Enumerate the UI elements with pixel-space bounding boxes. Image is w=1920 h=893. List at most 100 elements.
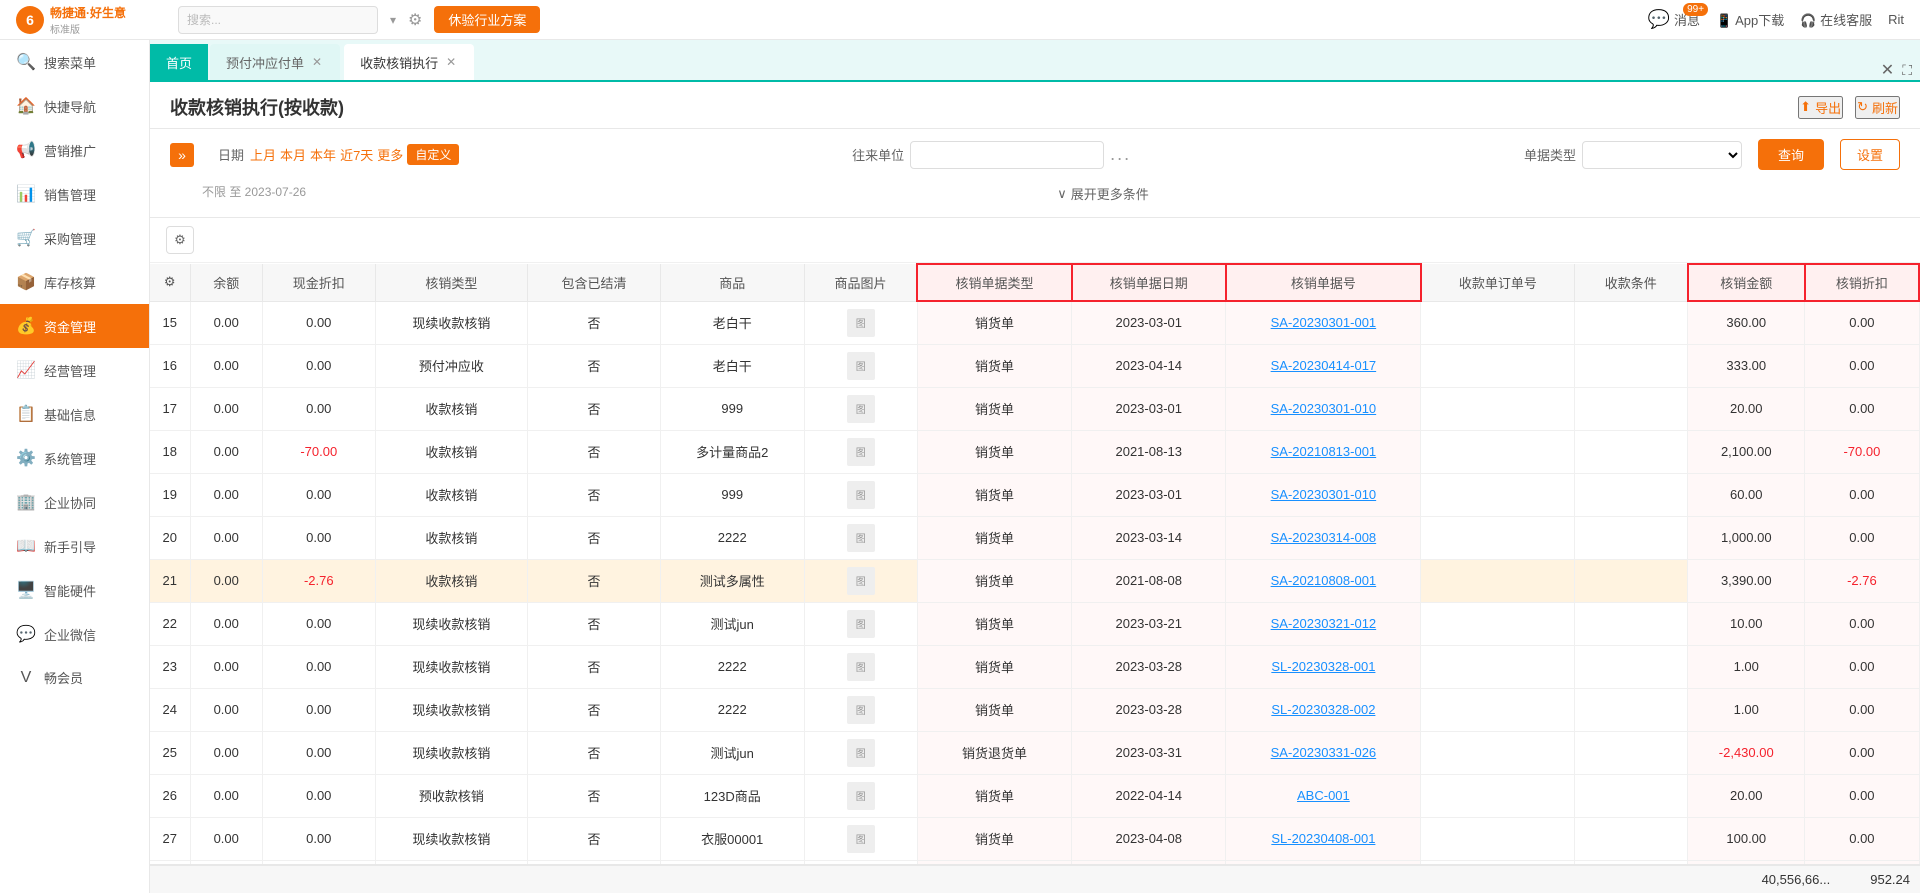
cell-cash-discount: 0.00	[262, 774, 375, 817]
search-box[interactable]: 搜索...	[178, 6, 378, 34]
col-cash-discount-header: 现金折扣	[262, 264, 375, 301]
partner-input[interactable]	[910, 141, 1104, 169]
cell-verify-amount: 60.00	[1688, 473, 1805, 516]
cell-goods-img: 图	[804, 516, 917, 559]
refresh-button[interactable]: ↻ 刷新	[1855, 96, 1900, 119]
sidebar-item-marketing[interactable]: 📢 营销推广	[0, 128, 149, 172]
tab-home[interactable]: 首页	[150, 44, 208, 80]
date-this-month[interactable]: 本月	[280, 145, 306, 164]
cell-bill-no[interactable]: SA-20230321-012	[1226, 602, 1421, 645]
cell-bill-type: 销货单	[917, 430, 1071, 473]
cell-bill-no[interactable]: SA-20230301-010	[1226, 473, 1421, 516]
bill-no-link[interactable]: SL-20230328-001	[1271, 659, 1375, 674]
bill-no-link[interactable]: SA-20230301-010	[1271, 487, 1377, 502]
query-button[interactable]: 查询	[1758, 139, 1824, 170]
filter-expand-icon[interactable]: »	[170, 143, 194, 167]
cell-seq: 21	[150, 559, 190, 602]
page-content: 收款核销执行(按收款) ⬆ 导出 ↻ 刷新	[150, 82, 1920, 893]
table-section: ⚙ ⚙ 余额 现金折扣 核销类型 包含已结清 商品 商品图片	[150, 218, 1920, 893]
message-badge[interactable]: 💬 消息 99+	[1648, 9, 1700, 30]
cell-receipt-order	[1421, 344, 1574, 387]
partner-dots-icon[interactable]: ...	[1110, 144, 1131, 165]
purchase-icon: 🛒	[16, 228, 36, 248]
cell-bill-no[interactable]: SA-20230301-001	[1226, 301, 1421, 344]
cell-cash-discount: 0.00	[262, 344, 375, 387]
col-verify-amount-header: 核销金额	[1688, 264, 1805, 301]
sidebar-item-search[interactable]: 🔍 搜索菜单	[0, 40, 149, 84]
col-include-settled-header: 包含已结清	[528, 264, 661, 301]
app-download[interactable]: 📱 App下载	[1716, 10, 1784, 29]
sidebar-item-enterprise[interactable]: 🏢 企业协同	[0, 480, 149, 524]
cell-receipt-order	[1421, 473, 1574, 516]
column-settings-button[interactable]: ⚙	[166, 226, 194, 254]
sidebar-item-shortcut[interactable]: 🏠 快捷导航	[0, 84, 149, 128]
sidebar-item-system[interactable]: ⚙️ 系统管理	[0, 436, 149, 480]
date-custom-button[interactable]: 自定义	[407, 144, 459, 165]
cell-goods: 999	[660, 473, 804, 516]
bill-no-link[interactable]: SL-20230328-002	[1271, 702, 1375, 717]
cell-bill-no[interactable]: SA-20230331-026	[1226, 731, 1421, 774]
table-row: 16 0.00 0.00 预付冲应收 否 老白干 图 销货单 2023-04-1…	[150, 344, 1919, 387]
sidebar-item-member[interactable]: V 畅会员	[0, 656, 149, 699]
expand-conditions-button[interactable]: ∨ 展开更多条件	[1047, 180, 1159, 207]
cell-include-settled: 否	[528, 645, 661, 688]
bill-no-link[interactable]: SA-20230331-026	[1271, 745, 1377, 760]
date-more[interactable]: 更多	[377, 145, 403, 164]
sidebar-item-finance[interactable]: 💰 资金管理	[0, 304, 149, 348]
date-this-year[interactable]: 本年	[310, 145, 336, 164]
bill-no-link[interactable]: SL-20230408-001	[1271, 831, 1375, 846]
col-gear-header[interactable]: ⚙	[150, 264, 190, 301]
setting-button[interactable]: 设置	[1840, 139, 1900, 170]
cell-goods-img: 图	[804, 301, 917, 344]
sidebar-item-hardware[interactable]: 🖥️ 智能硬件	[0, 568, 149, 612]
bill-type-select[interactable]	[1582, 141, 1742, 169]
export-button[interactable]: ⬆ 导出	[1798, 96, 1843, 119]
app-logo: 6 畅捷通·好生意 标准版	[16, 4, 166, 36]
tab-receipt[interactable]: 收款核销执行 ✕	[344, 44, 474, 80]
cell-include-settled: 否	[528, 559, 661, 602]
sidebar-item-sales[interactable]: 📊 销售管理	[0, 172, 149, 216]
bill-no-link[interactable]: SA-20230414-017	[1271, 358, 1377, 373]
sidebar-item-operation[interactable]: 📈 经营管理	[0, 348, 149, 392]
sidebar-item-inventory[interactable]: 📦 库存核算	[0, 260, 149, 304]
date-last-month[interactable]: 上月	[250, 145, 276, 164]
cell-bill-no[interactable]: SA-20230301-010	[1226, 387, 1421, 430]
bill-no-link[interactable]: ABC-001	[1297, 788, 1350, 803]
maximize-icon[interactable]: ⛶	[1902, 62, 1912, 79]
sidebar-item-basic[interactable]: 📋 基础信息	[0, 392, 149, 436]
bill-no-link[interactable]: SA-20210813-001	[1271, 444, 1377, 459]
cell-cash-discount: 0.00	[262, 817, 375, 860]
cell-bill-no[interactable]: SA-20230414-017	[1226, 344, 1421, 387]
cell-bill-no[interactable]: SL-20230408-001	[1226, 817, 1421, 860]
cell-bill-no[interactable]: SA-20210808-001	[1226, 559, 1421, 602]
tab-prepay-close-icon[interactable]: ✕	[310, 53, 324, 71]
tab-bar: 首页 预付冲应付单 ✕ 收款核销执行 ✕ ✕ ⛶	[150, 40, 1920, 82]
goods-image: 图	[847, 825, 875, 853]
online-service[interactable]: 🎧 在线客服	[1800, 10, 1872, 29]
sidebar-item-guide[interactable]: 📖 新手引导	[0, 524, 149, 568]
table-wrapper[interactable]: ⚙ 余额 现金折扣 核销类型 包含已结清 商品 商品图片 核销单据类型 核销单据…	[150, 263, 1920, 864]
cell-bill-no[interactable]: SA-20210813-001	[1226, 430, 1421, 473]
tab-receipt-close-icon[interactable]: ✕	[444, 53, 458, 71]
cell-bill-no[interactable]: SA-20230314-008	[1226, 516, 1421, 559]
dropdown-arrow-icon[interactable]: ▾	[390, 13, 396, 27]
bill-no-link[interactable]: SA-20230301-001	[1271, 315, 1377, 330]
date-7days[interactable]: 近7天	[340, 145, 373, 164]
cell-bill-no[interactable]: ABC-001	[1226, 774, 1421, 817]
cell-balance: 0.00	[190, 731, 262, 774]
sidebar-item-wechat[interactable]: 💬 企业微信	[0, 612, 149, 656]
bill-no-link[interactable]: SA-20230314-008	[1271, 530, 1377, 545]
bill-no-link[interactable]: SA-20230301-010	[1271, 401, 1377, 416]
industry-solution-button[interactable]: 休验行业方案	[434, 6, 540, 33]
cell-bill-no[interactable]: SL-20230328-001	[1226, 645, 1421, 688]
settings-icon[interactable]: ⚙	[408, 10, 422, 30]
bill-no-link[interactable]: SA-20230321-012	[1271, 616, 1377, 631]
tab-prepay[interactable]: 预付冲应付单 ✕	[210, 44, 340, 80]
user-name[interactable]: Rit	[1888, 12, 1904, 27]
bill-no-link[interactable]: SA-20210808-001	[1271, 573, 1377, 588]
sidebar-item-purchase[interactable]: 🛒 采购管理	[0, 216, 149, 260]
cell-bill-no[interactable]: SL-20230328-002	[1226, 688, 1421, 731]
close-window-icon[interactable]: ✕	[1881, 60, 1894, 80]
cell-cash-discount: -2.76	[262, 559, 375, 602]
cell-verify-amount: 2,100.00	[1688, 430, 1805, 473]
